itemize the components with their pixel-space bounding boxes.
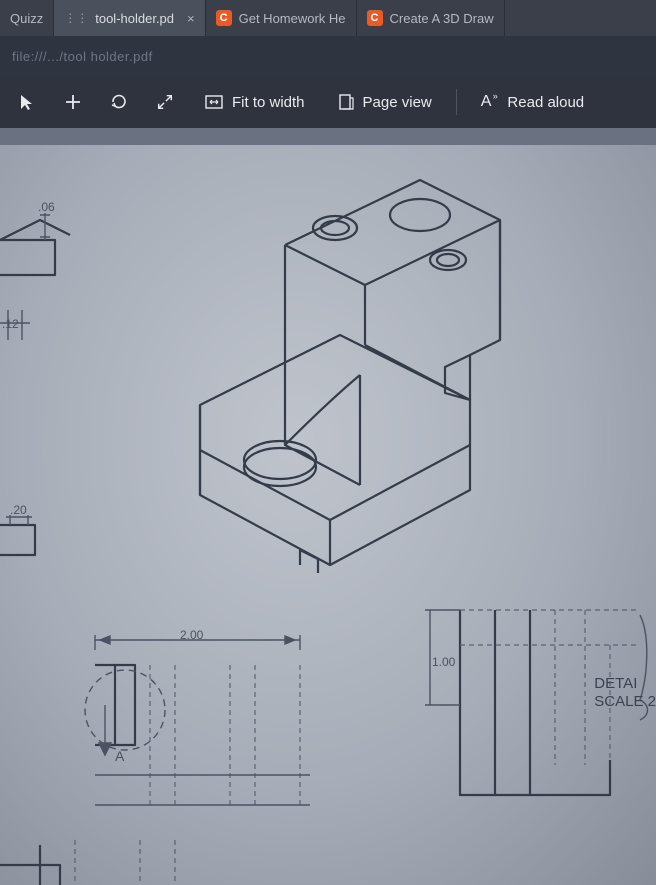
detail-line1: DETAI xyxy=(594,675,656,693)
add-button[interactable] xyxy=(52,81,94,123)
pdf-page[interactable]: .06 .12 .20 2.00 1.00 A DETAI SCALE 2 xyxy=(0,145,656,885)
file-icon: ⋮⋮ xyxy=(64,11,88,25)
toolbar-separator xyxy=(456,89,457,115)
url-bar[interactable]: file:///.../tool holder.pdf xyxy=(0,36,656,76)
tab-label: tool-holder.pd xyxy=(95,11,174,26)
expand-button[interactable] xyxy=(144,81,186,123)
close-icon[interactable]: × xyxy=(187,11,195,26)
cursor-icon xyxy=(17,92,37,112)
tab-label: Quizz xyxy=(10,11,43,26)
read-aloud-button[interactable]: A» Read aloud xyxy=(467,81,598,123)
tab-label: Create A 3D Draw xyxy=(390,11,494,26)
dim-20: .20 xyxy=(10,503,27,517)
detail-callout: DETAI SCALE 2 xyxy=(594,675,656,711)
rotate-button[interactable] xyxy=(98,81,140,123)
page-view-icon xyxy=(337,93,355,111)
drawing-svg xyxy=(0,145,656,885)
tab-chegg-create3d[interactable]: C Create A 3D Draw xyxy=(357,0,505,36)
rotate-icon xyxy=(109,92,129,112)
plus-icon xyxy=(63,92,83,112)
page-view-label: Page view xyxy=(363,94,432,111)
detail-line2: SCALE 2 xyxy=(594,693,656,711)
tab-chegg-homework[interactable]: C Get Homework He xyxy=(206,0,357,36)
page-view-button[interactable]: Page view xyxy=(323,81,446,123)
tab-tool-holder[interactable]: ⋮⋮ tool-holder.pd × xyxy=(54,0,205,36)
pdf-toolbar: Fit to width Page view A» Read aloud xyxy=(0,76,656,128)
read-aloud-label: Read aloud xyxy=(507,94,584,111)
chegg-icon: C xyxy=(367,10,383,26)
tab-quizz[interactable]: Quizz xyxy=(0,0,54,36)
tab-label: Get Homework He xyxy=(239,11,346,26)
dim-06: .06 xyxy=(38,200,55,214)
drawing-sheet: .06 .12 .20 2.00 1.00 A DETAI SCALE 2 xyxy=(0,145,656,885)
dim-100: 1.00 xyxy=(432,655,455,669)
chegg-icon: C xyxy=(216,10,232,26)
fit-width-icon xyxy=(204,94,224,110)
browser-tabs: Quizz ⋮⋮ tool-holder.pd × C Get Homework… xyxy=(0,0,656,36)
fit-width-label: Fit to width xyxy=(232,94,305,111)
cursor-button[interactable] xyxy=(6,81,48,123)
url-text: file:///.../tool holder.pdf xyxy=(12,49,153,64)
expand-icon xyxy=(156,93,174,111)
dim-12: .12 xyxy=(2,317,19,331)
dim-200: 2.00 xyxy=(180,628,203,642)
fit-width-button[interactable]: Fit to width xyxy=(190,81,319,123)
read-aloud-icon: A» xyxy=(481,93,492,111)
letter-a: A xyxy=(115,748,124,764)
